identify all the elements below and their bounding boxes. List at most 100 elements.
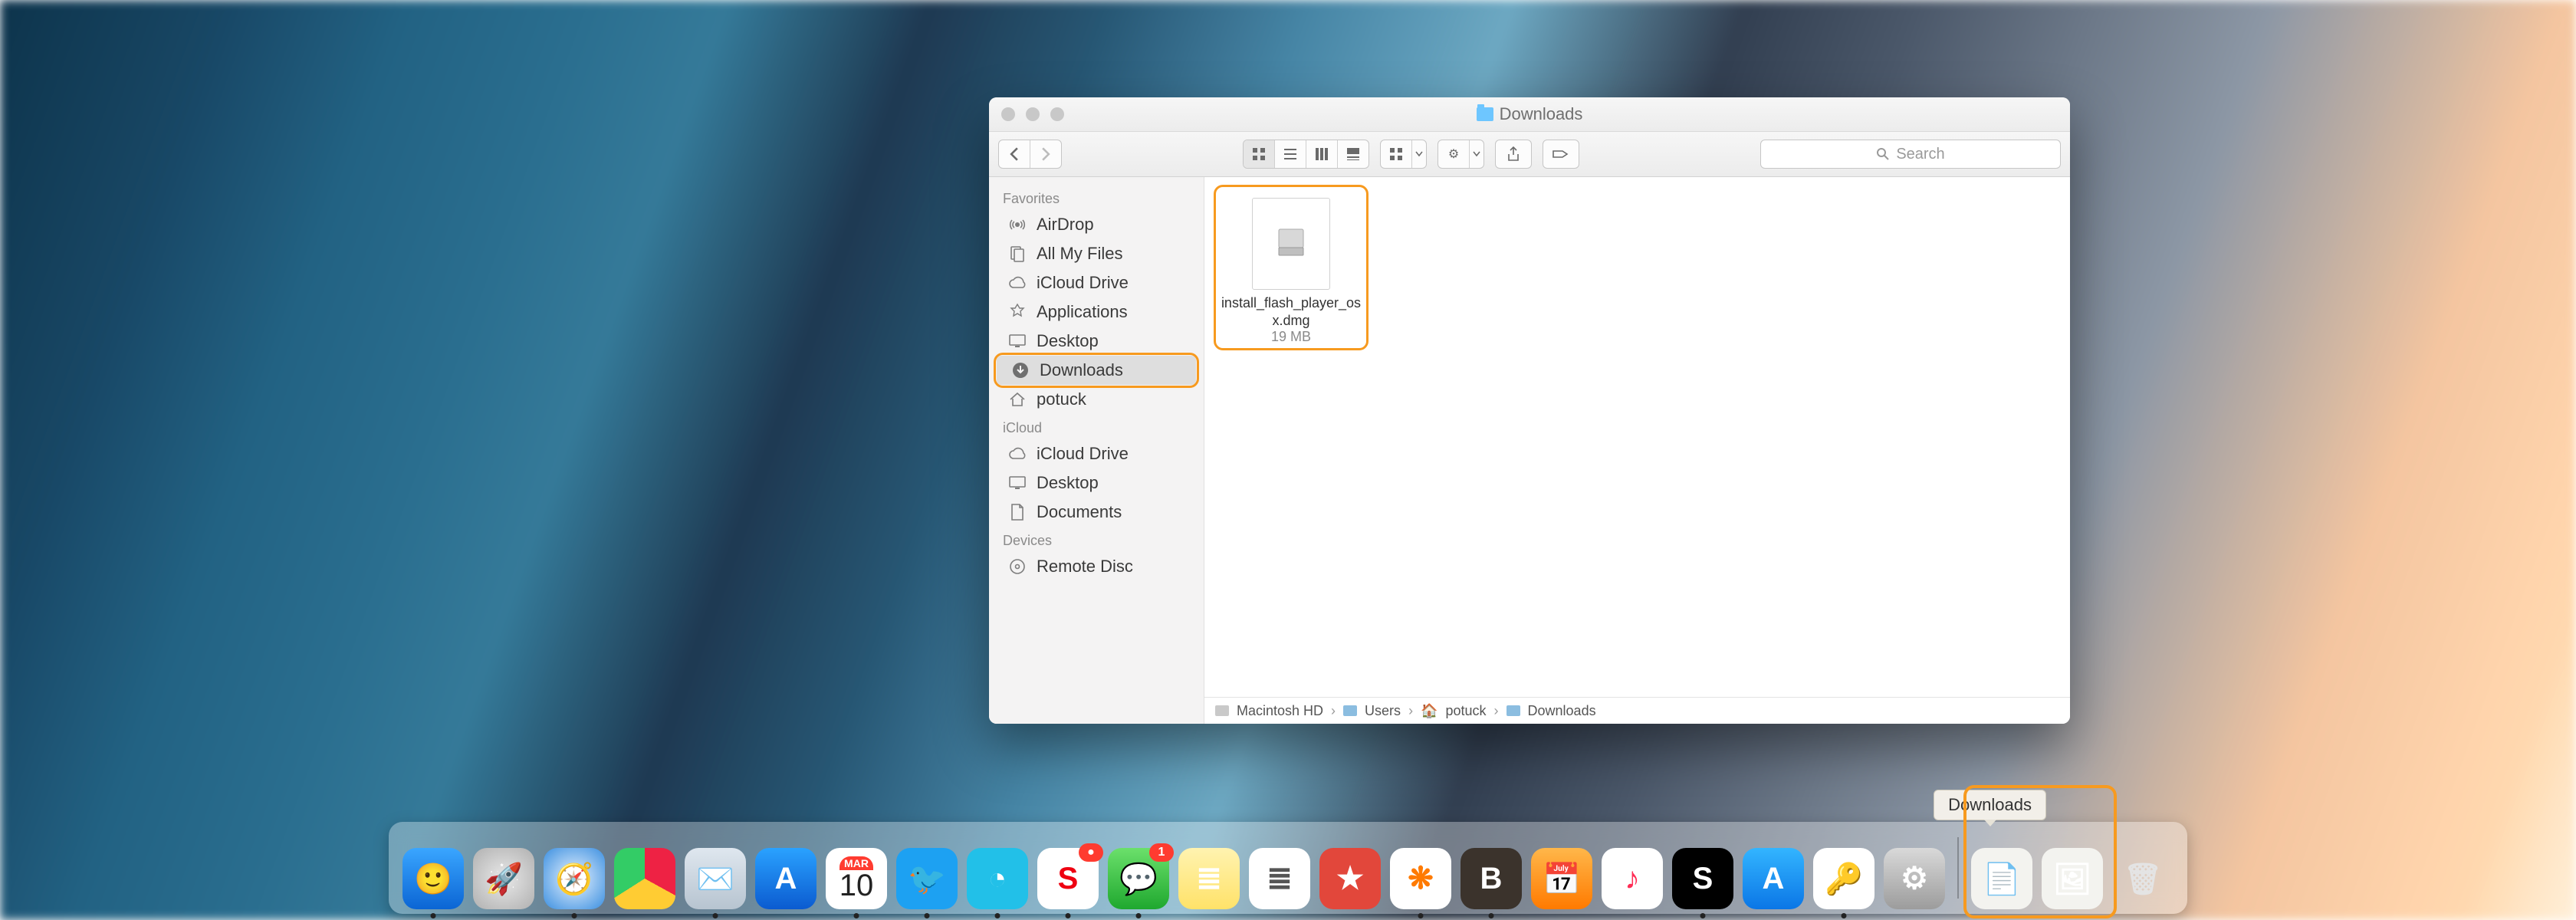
dock-divider — [1957, 837, 1959, 899]
home-icon: 🏠 — [1421, 703, 1438, 719]
dock-slack[interactable]: S● — [1037, 848, 1099, 909]
tags-button[interactable] — [1543, 140, 1579, 169]
sidebar-item-label: iCloud Drive — [1037, 444, 1129, 464]
sidebar-item-downloads[interactable]: Downloads — [997, 356, 1196, 385]
chevron-right-icon: › — [1408, 703, 1413, 719]
sidebar-section-favorites: Favorites — [989, 185, 1204, 210]
folder-icon — [1477, 107, 1493, 121]
disc-icon — [1007, 557, 1027, 577]
sidebar-item-remote-disc[interactable]: Remote Disc — [994, 552, 1199, 581]
dock-trash[interactable]: 🗑 — [2112, 848, 2174, 909]
sidebar-item-label: Documents — [1037, 502, 1122, 522]
sidebar-item-icloud-drive[interactable]: iCloud Drive — [994, 268, 1199, 297]
dock-bear[interactable]: B — [1460, 848, 1522, 909]
grid-icon — [1252, 147, 1266, 161]
window-titlebar[interactable]: Downloads — [989, 97, 2070, 132]
path-bar: Macintosh HD › Users › 🏠 potuck › Downlo… — [1204, 697, 2070, 724]
column-view-button[interactable] — [1306, 140, 1338, 168]
window-title: Downloads — [989, 104, 2070, 124]
documents-icon — [1007, 502, 1027, 522]
hd-icon — [1215, 705, 1229, 716]
gear-icon: ⚙ — [1438, 140, 1470, 168]
dock-downloads-stack[interactable]: 📄 — [1971, 848, 2032, 909]
dock-sonos[interactable]: S — [1672, 848, 1733, 909]
sidebar-item-home[interactable]: potuck — [994, 385, 1199, 414]
dock-launchpad[interactable]: 🚀 — [473, 848, 534, 909]
chevron-right-icon: › — [1494, 703, 1499, 719]
sidebar-item-all-my-files[interactable]: All My Files — [994, 239, 1199, 268]
search-placeholder: Search — [1896, 146, 1944, 163]
cloud-icon — [1007, 444, 1027, 464]
path-segment[interactable]: potuck — [1445, 703, 1486, 719]
chevron-down-icon — [1470, 140, 1484, 168]
path-segment[interactable]: Users — [1365, 703, 1401, 719]
sidebar-item-label: AirDrop — [1037, 215, 1094, 235]
finder-window: Downloads — [989, 97, 2070, 724]
coverflow-icon — [1346, 147, 1360, 161]
dock-finder[interactable]: 🙂 — [402, 848, 464, 909]
arrange-button[interactable] — [1380, 140, 1427, 169]
dock-wunderlist[interactable]: ★ — [1319, 848, 1381, 909]
dock-appstore2[interactable]: A — [755, 848, 816, 909]
share-button[interactable] — [1495, 140, 1532, 169]
sidebar-section-devices: Devices — [989, 527, 1204, 552]
sidebar-item-label: Downloads — [1040, 360, 1123, 380]
sidebar-item-documents[interactable]: Documents — [994, 498, 1199, 527]
dock-sysprefs[interactable]: ⚙ — [1884, 848, 1945, 909]
sidebar-item-applications[interactable]: Applications — [994, 297, 1199, 327]
dock-1password[interactable]: 🔑 — [1813, 848, 1875, 909]
file-size: 19 MB — [1219, 329, 1363, 345]
finder-content-area[interactable]: install_flash_player_osx.dmg 19 MB Macin… — [1204, 177, 2070, 724]
tag-icon — [1552, 148, 1569, 160]
close-button[interactable] — [1001, 107, 1015, 121]
home-icon — [1007, 389, 1027, 409]
back-button[interactable] — [999, 140, 1030, 168]
list-icon — [1283, 147, 1297, 161]
sidebar-item-label: All My Files — [1037, 244, 1122, 264]
cloud-icon — [1007, 273, 1027, 293]
dock-screenshots-stack[interactable]: 🖼 — [2042, 848, 2103, 909]
sidebar-item-label: Desktop — [1037, 473, 1099, 493]
coverflow-view-button[interactable] — [1338, 140, 1368, 168]
dock-photos[interactable]: ❋ — [1390, 848, 1451, 909]
sidebar-item-desktop[interactable]: Desktop — [994, 327, 1199, 356]
dock-notes[interactable]: ≣ — [1178, 848, 1240, 909]
search-icon — [1876, 147, 1890, 161]
dock-tooltip: Downloads — [1934, 790, 2046, 820]
sidebar-item-icloud-desktop[interactable]: Desktop — [994, 468, 1199, 498]
dock-twitter[interactable]: 🐦 — [896, 848, 958, 909]
search-field[interactable]: Search — [1760, 140, 2061, 169]
sidebar-item-icloud-drive-2[interactable]: iCloud Drive — [994, 439, 1199, 468]
dock-chrome[interactable] — [614, 848, 675, 909]
path-segment[interactable]: Downloads — [1528, 703, 1596, 719]
dock-mail[interactable]: ✉️ — [685, 848, 746, 909]
action-button[interactable]: ⚙ — [1438, 140, 1484, 169]
file-item[interactable]: install_flash_player_osx.dmg 19 MB — [1218, 185, 1364, 350]
sidebar-item-label: Remote Disc — [1037, 557, 1133, 577]
sidebar-item-airdrop[interactable]: AirDrop — [994, 210, 1199, 239]
dock-calendar[interactable]: MAR10 — [826, 848, 887, 909]
forward-button[interactable] — [1030, 140, 1061, 168]
columns-icon — [1315, 147, 1329, 161]
dock-itunes[interactable]: ♪ — [1602, 848, 1663, 909]
zoom-button[interactable] — [1050, 107, 1064, 121]
folder-icon — [1343, 705, 1357, 716]
sidebar-item-label: potuck — [1037, 389, 1086, 409]
icon-view-button[interactable] — [1244, 140, 1275, 168]
desktop-icon — [1007, 331, 1027, 351]
path-segment[interactable]: Macintosh HD — [1237, 703, 1323, 719]
file-name: install_flash_player_osx.dmg — [1219, 294, 1363, 329]
minimize-button[interactable] — [1026, 107, 1040, 121]
dock-messages[interactable]: 💬1 — [1108, 848, 1169, 909]
dock: Downloads 🙂🚀🧭✉️AMAR10🐦◔S●💬1≣≣★❋B📅♪SA🔑⚙ 📄… — [389, 822, 2187, 914]
sidebar-section-icloud: iCloud — [989, 414, 1204, 439]
view-mode-buttons — [1243, 140, 1369, 169]
list-view-button[interactable] — [1275, 140, 1306, 168]
chevron-down-icon — [1412, 140, 1426, 168]
dock-tweetbot[interactable]: ◔ — [967, 848, 1028, 909]
dock-appstore[interactable]: A — [1743, 848, 1804, 909]
dock-fantastical[interactable]: 📅 — [1531, 848, 1592, 909]
dock-reminders[interactable]: ≣ — [1249, 848, 1310, 909]
nav-buttons — [998, 140, 1062, 169]
dock-safari[interactable]: 🧭 — [544, 848, 605, 909]
